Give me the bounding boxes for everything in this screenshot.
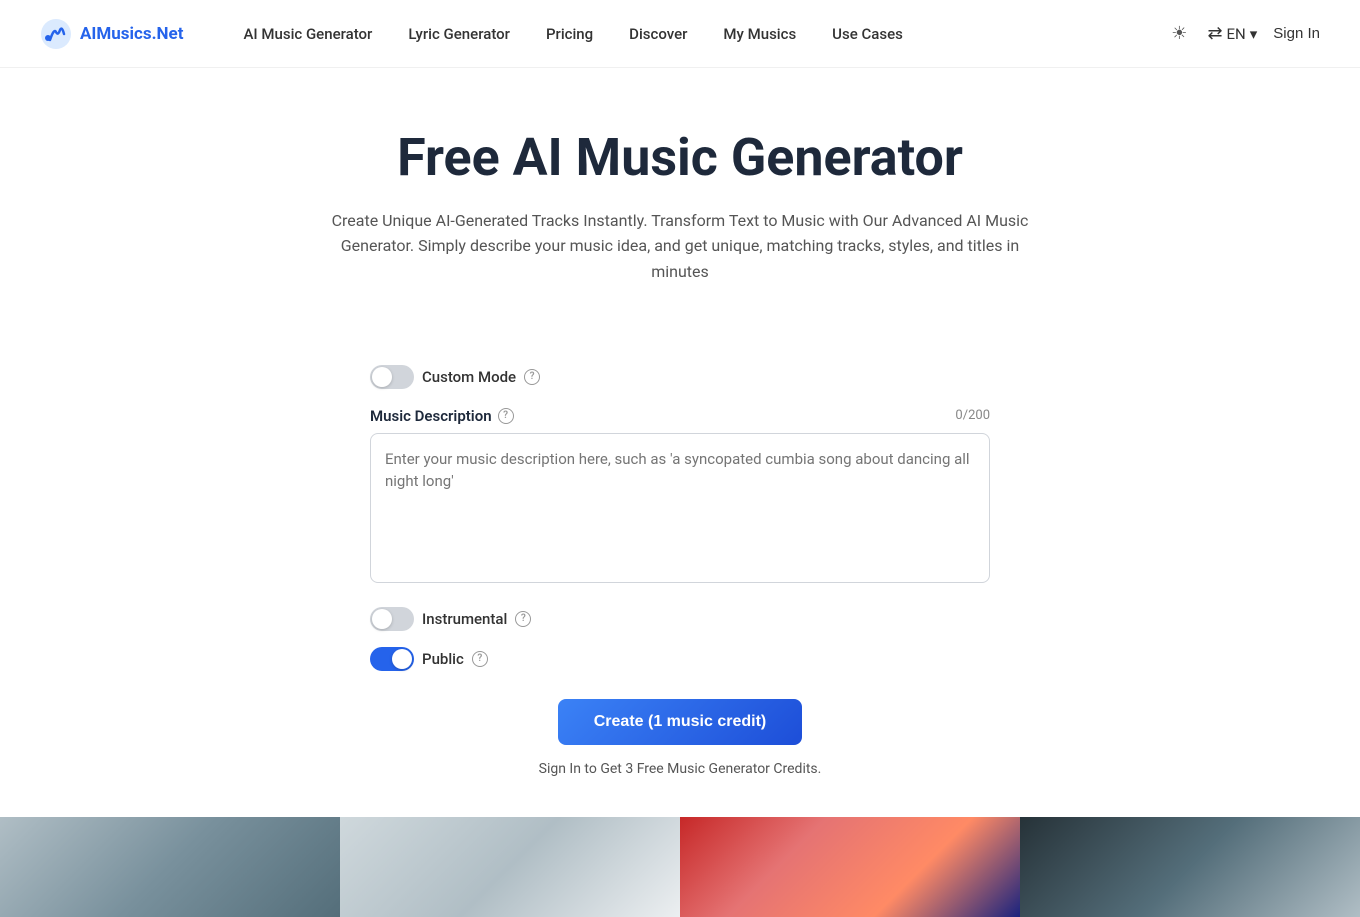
translate-icon: ⇄ bbox=[1207, 23, 1222, 44]
image-placeholder-4 bbox=[1020, 817, 1360, 917]
hero-subtitle: Create Unique AI-Generated Tracks Instan… bbox=[330, 208, 1030, 285]
instrumental-toggle[interactable] bbox=[370, 607, 414, 631]
navigation: AIMusics.Net AI Music Generator Lyric Ge… bbox=[0, 0, 1360, 68]
lang-label: EN bbox=[1227, 25, 1246, 43]
public-toggle[interactable] bbox=[370, 647, 414, 671]
create-button[interactable]: Create (1 music credit) bbox=[558, 699, 803, 745]
music-description-label-row: Music Description ? bbox=[370, 407, 514, 425]
hero-title: Free AI Music Generator bbox=[40, 128, 1320, 188]
music-description-input[interactable] bbox=[370, 433, 990, 583]
image-card-4 bbox=[1020, 817, 1360, 917]
nav-link-discover[interactable]: Discover bbox=[629, 25, 687, 43]
custom-mode-row: Custom Mode ? bbox=[370, 365, 990, 389]
credits-text: Sign In to Get 3 Free Music Generator Cr… bbox=[370, 761, 990, 777]
public-row: Public ? bbox=[370, 647, 990, 671]
toggle-thumb-instrumental bbox=[372, 609, 392, 629]
nav-link-ai-music[interactable]: AI Music Generator bbox=[243, 25, 372, 43]
generator-form: Custom Mode ? Music Description ? 0/200 … bbox=[350, 365, 1010, 777]
image-card-1 bbox=[0, 817, 340, 917]
image-placeholder-1 bbox=[0, 817, 340, 917]
image-card-2 bbox=[340, 817, 680, 917]
image-strip bbox=[0, 817, 1360, 917]
music-description-label: Music Description bbox=[370, 407, 492, 425]
nav-link-pricing[interactable]: Pricing bbox=[546, 25, 593, 43]
chevron-down-icon: ▾ bbox=[1250, 25, 1258, 43]
char-counter: 0/200 bbox=[955, 408, 990, 423]
public-label: Public bbox=[422, 650, 464, 668]
logo-text: AIMusics.Net bbox=[80, 24, 183, 44]
image-placeholder-2 bbox=[340, 817, 680, 917]
sign-in-button[interactable]: Sign In bbox=[1273, 25, 1320, 42]
toggle-thumb-public bbox=[392, 649, 412, 669]
nav-link-use-cases[interactable]: Use Cases bbox=[832, 25, 903, 43]
custom-mode-help-icon[interactable]: ? bbox=[524, 369, 540, 385]
nav-link-lyric[interactable]: Lyric Generator bbox=[408, 25, 510, 43]
toggle-thumb bbox=[372, 367, 392, 387]
music-description-header: Music Description ? 0/200 bbox=[370, 407, 990, 425]
nav-links: AI Music Generator Lyric Generator Prici… bbox=[243, 25, 1167, 43]
music-description-help-icon[interactable]: ? bbox=[498, 408, 514, 424]
sun-icon: ☀ bbox=[1171, 23, 1187, 44]
hero-section: Free AI Music Generator Create Unique AI… bbox=[0, 68, 1360, 325]
theme-toggle-button[interactable]: ☀ bbox=[1167, 19, 1191, 48]
image-card-3 bbox=[680, 817, 1020, 917]
image-placeholder-3 bbox=[680, 817, 1020, 917]
instrumental-row: Instrumental ? bbox=[370, 607, 990, 631]
instrumental-label: Instrumental bbox=[422, 610, 507, 628]
custom-mode-toggle[interactable] bbox=[370, 365, 414, 389]
custom-mode-label: Custom Mode bbox=[422, 368, 516, 386]
nav-right: ☀ ⇄ EN ▾ Sign In bbox=[1167, 19, 1320, 48]
public-help-icon[interactable]: ? bbox=[472, 651, 488, 667]
instrumental-help-icon[interactable]: ? bbox=[515, 611, 531, 627]
site-logo[interactable]: AIMusics.Net bbox=[40, 18, 183, 50]
language-selector[interactable]: ⇄ EN ▾ bbox=[1207, 23, 1257, 44]
nav-link-my-musics[interactable]: My Musics bbox=[723, 25, 796, 43]
